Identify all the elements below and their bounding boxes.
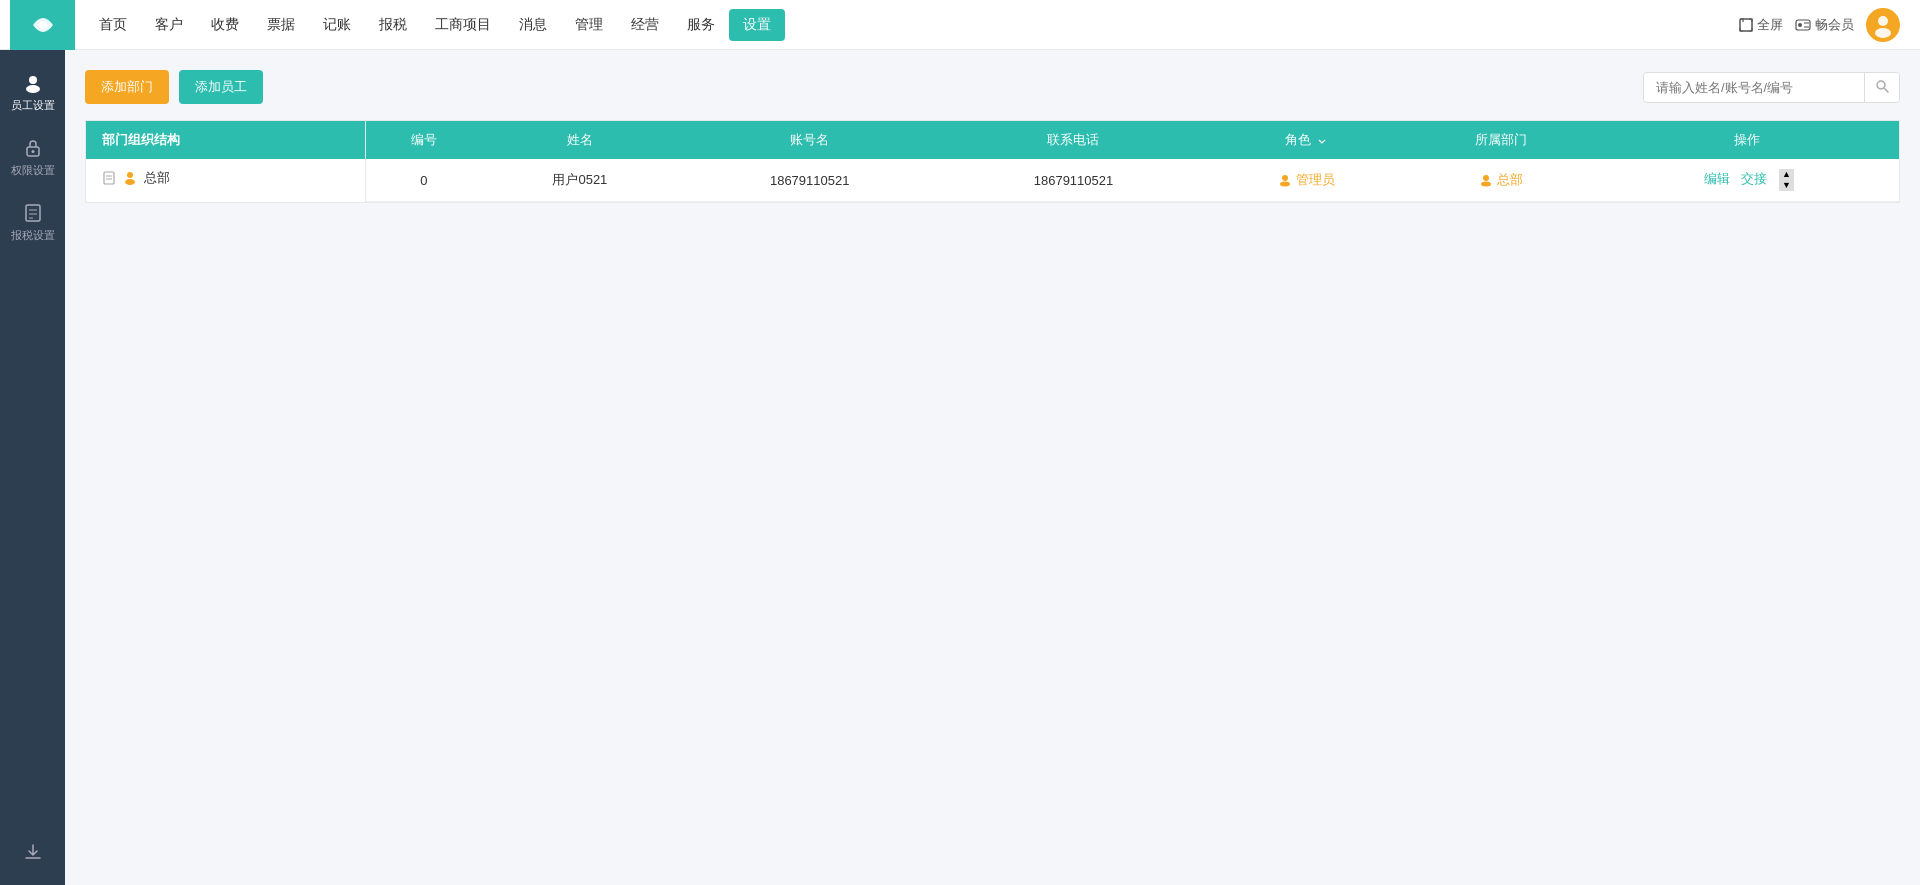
col-id: 编号 xyxy=(366,121,482,159)
sidebar-employee-label: 员工设置 xyxy=(11,98,55,113)
svg-point-8 xyxy=(29,76,37,84)
member-label: 畅会员 xyxy=(1815,16,1854,34)
svg-point-9 xyxy=(26,85,40,93)
svg-point-22 xyxy=(127,172,133,178)
nav-invoice[interactable]: 票据 xyxy=(253,0,309,50)
search-button[interactable] xyxy=(1864,73,1899,102)
svg-point-7 xyxy=(1875,28,1891,38)
sidebar-item-employee[interactable]: 员工设置 xyxy=(0,60,65,125)
sidebar-permission-label: 权限设置 xyxy=(11,163,55,178)
content-area: 部门组织结构 总部 编号 姓名 xyxy=(85,120,1900,203)
table-panel: 编号 姓名 账号名 联系电话 角色 所属部门 操作 xyxy=(366,121,1899,202)
scroll-down-btn[interactable]: ▼ xyxy=(1779,180,1794,191)
sidebar-bottom xyxy=(0,829,65,875)
svg-point-24 xyxy=(1282,175,1288,181)
cell-name: 用户0521 xyxy=(482,159,678,202)
col-action: 操作 xyxy=(1595,121,1899,159)
nav-service[interactable]: 服务 xyxy=(673,0,729,50)
top-nav: 首页 客户 收费 票据 记账 报税 工商项目 消息 管理 经营 服务 设置 全屏 xyxy=(0,0,1920,50)
nav-operation[interactable]: 经营 xyxy=(617,0,673,50)
sidebar-tax-label: 报税设置 xyxy=(11,228,55,243)
svg-line-18 xyxy=(1885,88,1889,92)
col-name: 姓名 xyxy=(482,121,678,159)
tree-item-label: 总部 xyxy=(144,169,170,187)
scroll-up-btn[interactable]: ▲ xyxy=(1779,169,1794,180)
svg-point-25 xyxy=(1280,182,1290,187)
col-account: 账号名 xyxy=(678,121,942,159)
cell-role: 管理员 xyxy=(1205,159,1407,202)
svg-rect-1 xyxy=(1740,19,1752,31)
sidebar-download-btn[interactable] xyxy=(0,829,65,875)
cell-account: 18679110521 xyxy=(678,159,942,202)
col-role[interactable]: 角色 xyxy=(1205,121,1407,159)
svg-point-11 xyxy=(31,150,34,153)
cell-actions: 编辑 交接 ▲ ▼ xyxy=(1595,159,1899,202)
svg-rect-12 xyxy=(26,205,40,221)
tree-header: 部门组织结构 xyxy=(86,121,365,159)
user-avatar[interactable] xyxy=(1866,8,1900,42)
svg-point-26 xyxy=(1483,175,1489,181)
nav-business[interactable]: 工商项目 xyxy=(421,0,505,50)
employee-table: 编号 姓名 账号名 联系电话 角色 所属部门 操作 xyxy=(366,121,1899,202)
nav-settings[interactable]: 设置 xyxy=(729,9,785,41)
member-btn[interactable]: 畅会员 xyxy=(1795,16,1854,34)
main-content: 添加部门 添加员工 部门组织结构 xyxy=(65,50,1920,885)
sidebar: 员工设置 权限设置 报税设置 xyxy=(0,50,65,885)
nav-message[interactable]: 消息 xyxy=(505,0,561,50)
fullscreen-label: 全屏 xyxy=(1757,16,1783,34)
col-phone: 联系电话 xyxy=(942,121,1206,159)
sidebar-item-tax-settings[interactable]: 报税设置 xyxy=(0,190,65,255)
svg-point-23 xyxy=(125,179,135,185)
nav-manage[interactable]: 管理 xyxy=(561,0,617,50)
add-emp-button[interactable]: 添加员工 xyxy=(179,70,263,104)
nav-fee[interactable]: 收费 xyxy=(197,0,253,50)
cell-dept: 总部 xyxy=(1407,159,1595,202)
nav-client[interactable]: 客户 xyxy=(141,0,197,50)
edit-action[interactable]: 编辑 xyxy=(1704,171,1730,186)
cell-id: 0 xyxy=(366,159,482,202)
tree-item-general[interactable]: 总部 xyxy=(86,159,365,197)
fullscreen-btn[interactable]: 全屏 xyxy=(1739,16,1783,34)
add-dept-button[interactable]: 添加部门 xyxy=(85,70,169,104)
cell-phone: 18679110521 xyxy=(942,159,1206,202)
svg-point-3 xyxy=(1798,23,1802,27)
nav-home[interactable]: 首页 xyxy=(85,0,141,50)
app-logo xyxy=(10,0,75,50)
svg-point-17 xyxy=(1877,81,1885,89)
search-box xyxy=(1643,72,1900,103)
tree-panel: 部门组织结构 总部 xyxy=(86,121,366,202)
table-row: 0 用户0521 18679110521 18679110521 管理员 xyxy=(366,159,1899,202)
col-dept: 所属部门 xyxy=(1407,121,1595,159)
search-input[interactable] xyxy=(1644,74,1864,101)
nav-tax[interactable]: 报税 xyxy=(365,0,421,50)
nav-items: 首页 客户 收费 票据 记账 报税 工商项目 消息 管理 经营 服务 设置 xyxy=(75,0,1739,50)
svg-point-0 xyxy=(39,21,47,29)
nav-accounting[interactable]: 记账 xyxy=(309,0,365,50)
toolbar: 添加部门 添加员工 xyxy=(85,70,1900,104)
svg-rect-19 xyxy=(104,172,114,184)
svg-point-27 xyxy=(1481,182,1491,187)
sidebar-item-permission[interactable]: 权限设置 xyxy=(0,125,65,190)
svg-point-6 xyxy=(1878,16,1888,26)
top-nav-right: 全屏 畅会员 xyxy=(1739,8,1910,42)
handover-action[interactable]: 交接 xyxy=(1741,171,1767,186)
